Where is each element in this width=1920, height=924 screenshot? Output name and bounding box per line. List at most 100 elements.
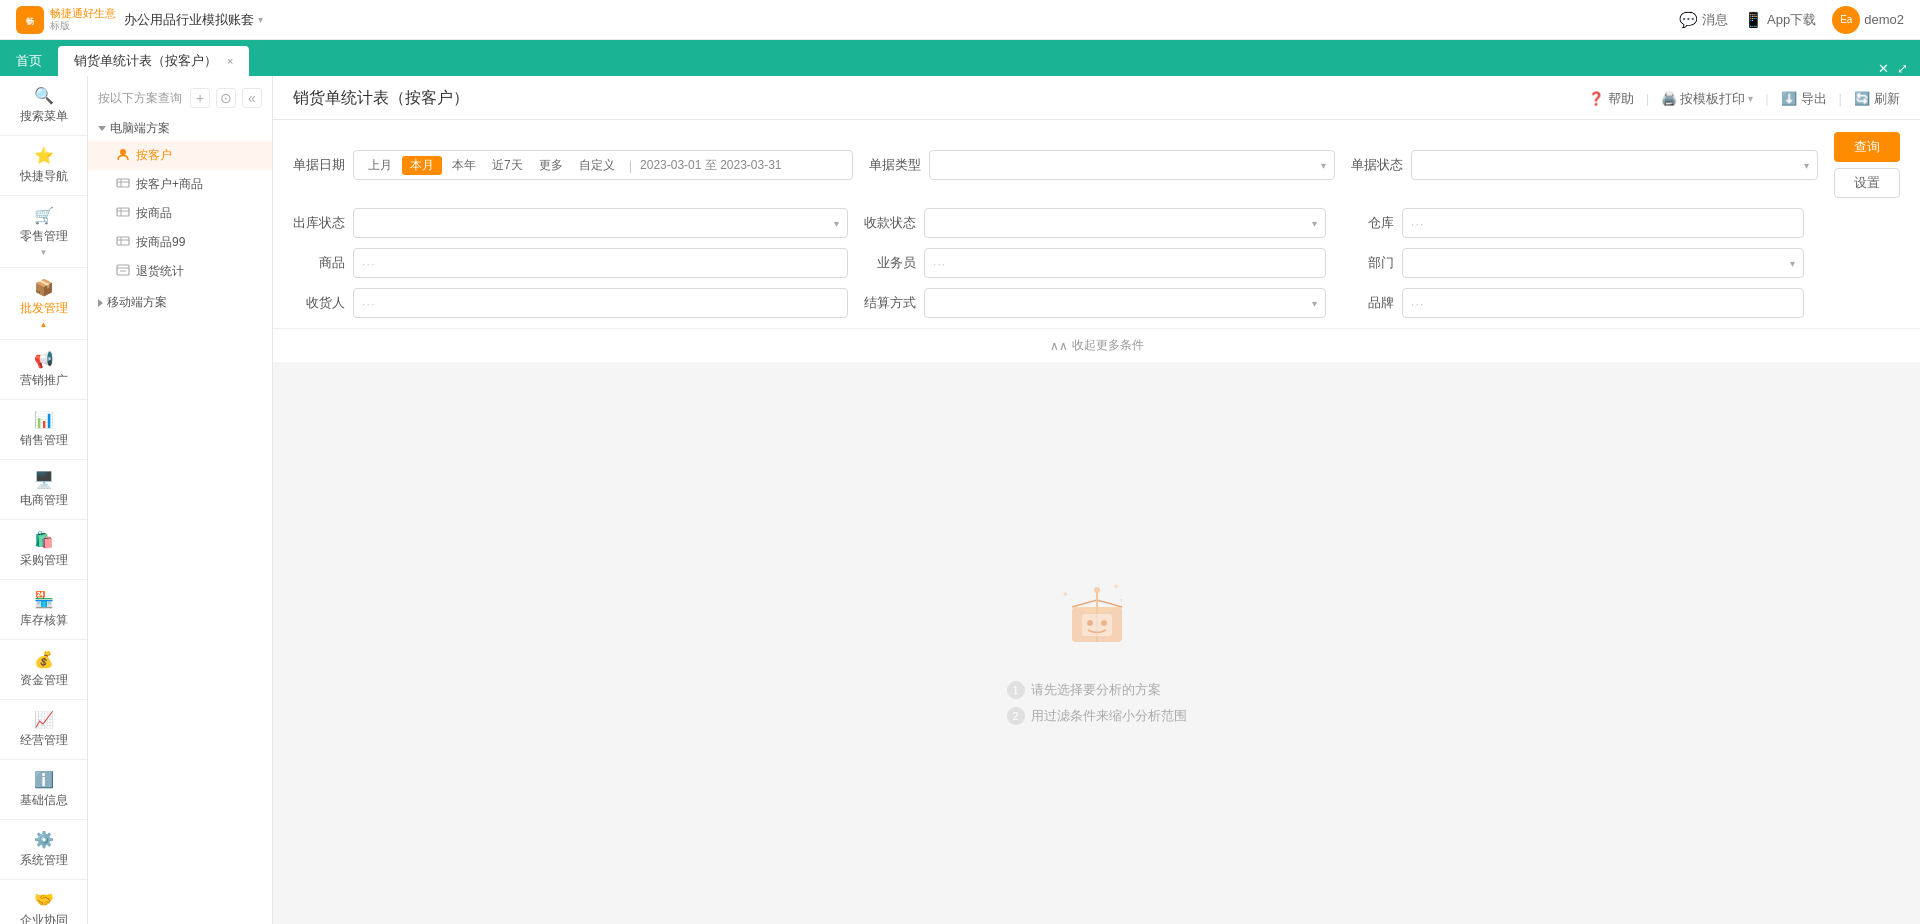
warehouse-control[interactable]: ··· [1402, 208, 1804, 238]
brand-control[interactable]: ··· [1402, 288, 1804, 318]
order-status-control[interactable]: ▾ [1411, 150, 1818, 180]
collapse-bar[interactable]: ∧∧ 收起更多条件 [273, 328, 1920, 362]
department-field: 部门 ▾ [1342, 248, 1804, 278]
settings-button[interactable]: 设置 [1834, 168, 1900, 198]
user-avatar: Ea [1832, 6, 1860, 34]
scheme-item-by-product-label: 按商品 [136, 205, 172, 222]
panel-settings-btn[interactable]: ⊙ [216, 88, 236, 108]
scheme-item-returns[interactable]: 退货统计 [88, 257, 272, 286]
scheme-group-mobile-header[interactable]: 移动端方案 [88, 290, 272, 315]
date-last-7days[interactable]: 近7天 [486, 156, 529, 175]
user-profile[interactable]: Ea demo2 [1832, 6, 1904, 34]
empty-state: ✦ ✦ ✦ 1 请先选择要分析的方案 2 用过滤条件来缩小分析范围 [273, 362, 1920, 924]
template-print-button[interactable]: 🖨️ 按模板打印 ▾ [1661, 90, 1753, 108]
payment-field: 收款状态 ▾ [864, 208, 1326, 238]
sidebar-item-sales-label: 销售管理 [20, 432, 68, 449]
divider3: | [1839, 91, 1842, 106]
receiver-control[interactable]: ··· [353, 288, 848, 318]
product-99-icon [116, 234, 130, 251]
customer-product-icon [116, 176, 130, 193]
header-title-text: 办公用品行业模拟账套 [124, 11, 254, 29]
mobile-expand-arrow-icon [98, 299, 103, 307]
collapse-up-icon: ∧∧ [1050, 339, 1068, 353]
scheme-item-by-customer-product[interactable]: 按客户+商品 [88, 170, 272, 199]
tip-num-2: 2 [1007, 707, 1025, 725]
tip-text-1: 请先选择要分析的方案 [1031, 681, 1161, 699]
add-icon: + [196, 90, 204, 106]
filter-row-4: 收货人 ··· 结算方式 ▾ 品牌 ··· [293, 288, 1900, 328]
scheme-item-by-product[interactable]: 按商品 [88, 199, 272, 228]
collapse-left-icon: « [248, 90, 256, 106]
tab-home-label: 首页 [16, 52, 42, 70]
top-header: 畅 畅捷通好生意 标版 办公用品行业模拟账套 ▾ 💬 消息 📱 App下载 Ea… [0, 0, 1920, 40]
sidebar-item-ecommerce[interactable]: 🖥️ 电商管理 [0, 460, 87, 520]
order-type-control[interactable]: ▾ [929, 150, 1336, 180]
sidebar-item-operation[interactable]: 📈 经营管理 [0, 700, 87, 760]
goods-label: 商品 [293, 254, 345, 272]
sidebar-item-sales[interactable]: 📊 销售管理 [0, 400, 87, 460]
date-this-year[interactable]: 本年 [446, 156, 482, 175]
sidebar-item-system[interactable]: ⚙️ 系统管理 [0, 820, 87, 880]
sidebar-item-search-label: 搜索菜单 [20, 108, 68, 125]
panel-header-label: 按以下方案查询 [98, 90, 182, 107]
sidebar-item-cooperation[interactable]: 🤝 企业协同 [0, 880, 87, 924]
inventory-icon: 🏪 [34, 590, 54, 609]
sidebar-item-wholesale[interactable]: 📦 批发管理 ▲ [0, 268, 87, 340]
tab-home[interactable]: 首页 [0, 46, 58, 76]
sidebar-item-marketing[interactable]: 📢 营销推广 [0, 340, 87, 400]
department-control[interactable]: ▾ [1402, 248, 1804, 278]
sidebar-item-purchase[interactable]: 🛍️ 采购管理 [0, 520, 87, 580]
returns-icon [116, 263, 130, 280]
scheme-group-desktop-header[interactable]: 电脑端方案 [88, 116, 272, 141]
help-button[interactable]: ❓ 帮助 [1588, 90, 1634, 108]
payment-control[interactable]: ▾ [924, 208, 1326, 238]
page-title: 销货单统计表（按客户） [293, 88, 469, 109]
sidebar-item-quicknav[interactable]: ⭐ 快捷导航 [0, 136, 87, 196]
scheme-item-by-customer[interactable]: 按客户 [88, 141, 272, 170]
sidebar-item-inventory[interactable]: 🏪 库存核算 [0, 580, 87, 640]
header-breadcrumb[interactable]: 办公用品行业模拟账套 ▾ [124, 11, 263, 29]
wholesale-expand-icon: ▲ [40, 320, 48, 329]
message-button[interactable]: 💬 消息 [1679, 11, 1728, 29]
app-download-button[interactable]: 📱 App下载 [1744, 11, 1816, 29]
order-status-field: 单据状态 ▾ [1351, 150, 1818, 180]
panel-actions: + ⊙ « [190, 88, 262, 108]
operation-icon: 📈 [34, 710, 54, 729]
date-custom[interactable]: 自定义 [573, 156, 621, 175]
user-name: demo2 [1864, 12, 1904, 27]
salesperson-control[interactable]: ··· [924, 248, 1326, 278]
tab-window-expand[interactable]: ⤢ [1897, 61, 1908, 76]
divider1: | [1646, 91, 1649, 106]
date-this-month[interactable]: 本月 [402, 156, 442, 175]
panel-collapse-btn[interactable]: « [242, 88, 262, 108]
department-label: 部门 [1342, 254, 1394, 272]
svg-rect-12 [117, 265, 129, 275]
panel-add-btn[interactable]: + [190, 88, 210, 108]
header-left: 畅 畅捷通好生意 标版 办公用品行业模拟账套 ▾ [16, 6, 263, 34]
secondary-panel: 按以下方案查询 + ⊙ « 电脑端方案 [88, 76, 273, 924]
header-right: 💬 消息 📱 App下载 Ea demo2 [1679, 6, 1904, 34]
sidebar-item-basic-info[interactable]: ℹ️ 基础信息 [0, 760, 87, 820]
tab-close-icon[interactable]: × [227, 55, 233, 67]
tab-expand-area: ✕ ⤢ [1866, 61, 1920, 76]
tab-sales-stat[interactable]: 销货单统计表（按客户） × [58, 46, 249, 76]
header-title-arrow[interactable]: ▾ [258, 14, 263, 25]
order-status-label: 单据状态 [1351, 156, 1403, 174]
outstock-control[interactable]: ▾ [353, 208, 848, 238]
refresh-button[interactable]: 🔄 刷新 [1854, 90, 1900, 108]
settlement-control[interactable]: ▾ [924, 288, 1326, 318]
help-label: 帮助 [1608, 90, 1634, 108]
sidebar-item-finance[interactable]: 💰 资金管理 [0, 640, 87, 700]
scheme-item-by-product-99[interactable]: 按商品99 [88, 228, 272, 257]
query-button[interactable]: 查询 [1834, 132, 1900, 162]
sidebar-item-search[interactable]: 🔍 搜索菜单 [0, 76, 87, 136]
export-button[interactable]: ⬇️ 导出 [1781, 90, 1827, 108]
sidebar-item-retail[interactable]: 🛒 零售管理 ▼ [0, 196, 87, 268]
tab-window-close[interactable]: ✕ [1878, 61, 1889, 76]
outstock-arrow: ▾ [834, 218, 839, 229]
sidebar-item-inventory-label: 库存核算 [20, 612, 68, 629]
date-filter-control[interactable]: 上月 本月 本年 近7天 更多 自定义 | 2023-03-01 至 2023-… [353, 150, 853, 180]
date-more[interactable]: 更多 [533, 156, 569, 175]
goods-control[interactable]: ··· [353, 248, 848, 278]
date-last-month[interactable]: 上月 [362, 156, 398, 175]
